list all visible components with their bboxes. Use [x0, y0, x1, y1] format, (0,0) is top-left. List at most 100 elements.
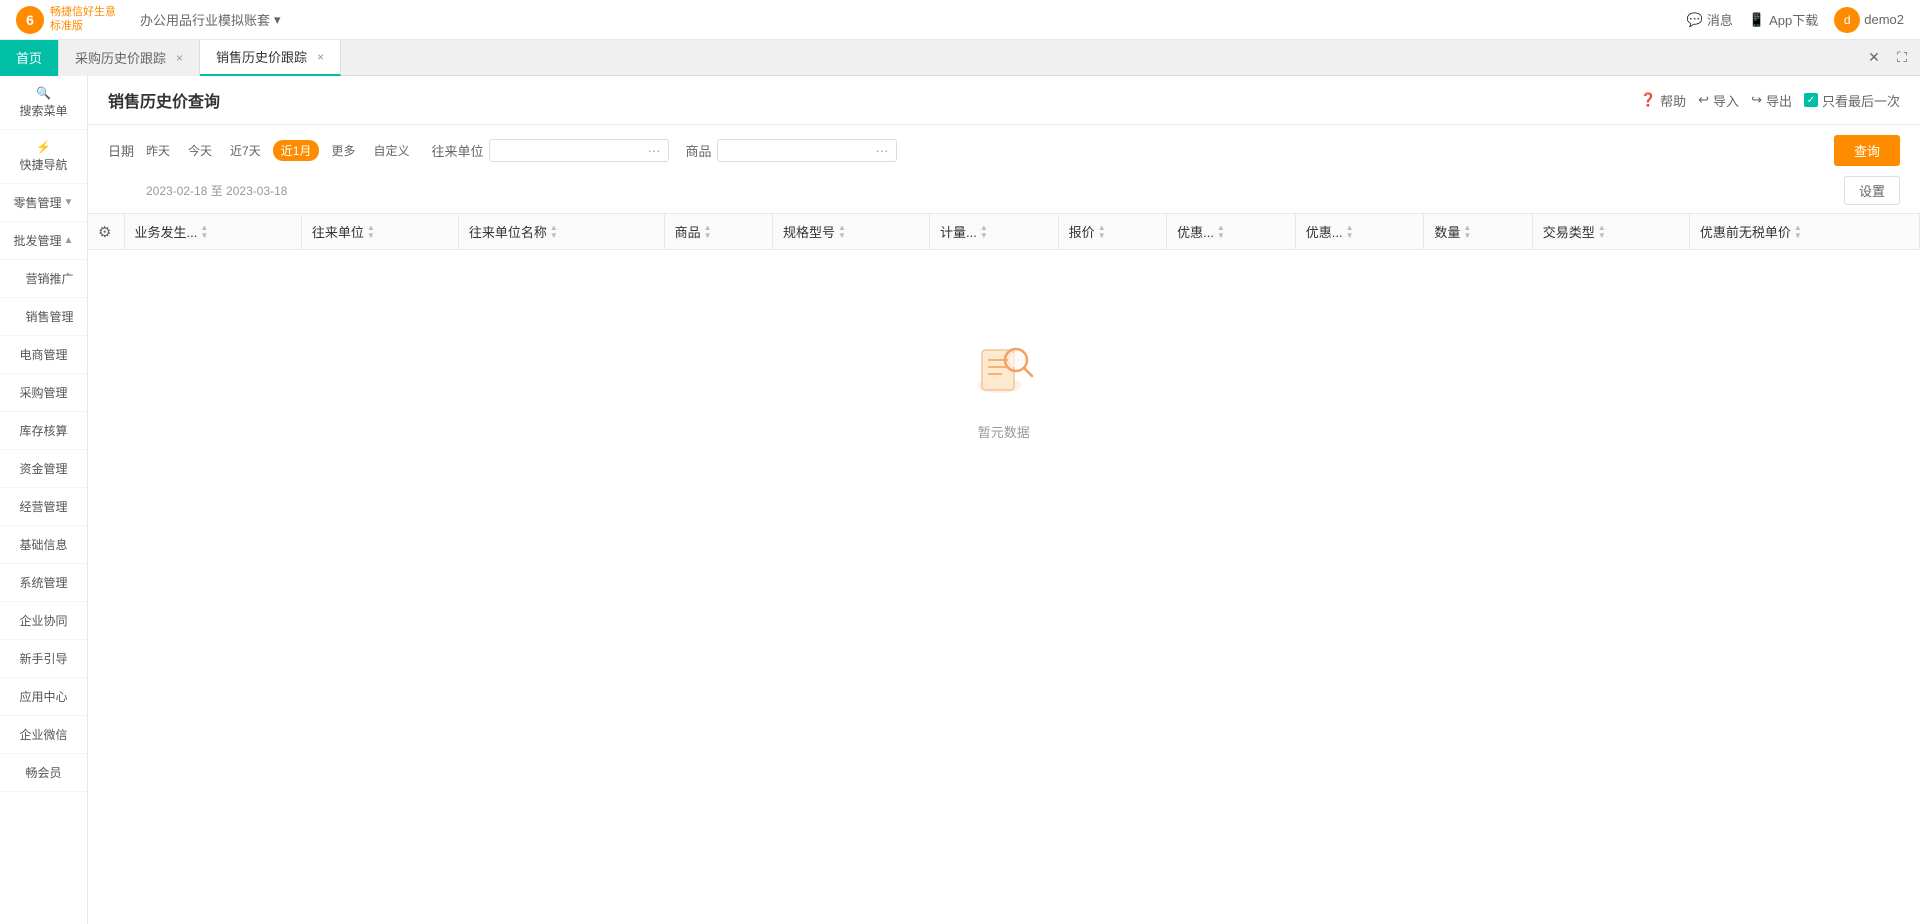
- query-button[interactable]: 查询: [1834, 135, 1900, 166]
- user-menu[interactable]: d demo2: [1834, 7, 1904, 33]
- sort-arrows-partner-code[interactable]: ▲▼: [367, 224, 375, 240]
- col-price: 报价 ▲▼: [1058, 214, 1166, 250]
- chevron-up-icon: ▲: [64, 235, 74, 246]
- filter-section: 日期 昨天 今天 近7天 近1月 更多 自定义 往来单位 ··· 商品: [88, 125, 1920, 214]
- tab-actions: ✕ ⛶: [1864, 48, 1920, 68]
- date-today-button[interactable]: 今天: [182, 140, 218, 161]
- sidebar-item-finance[interactable]: 资金管理: [0, 450, 87, 488]
- logo-char: 6: [26, 12, 34, 28]
- sidebar-item-enterprise[interactable]: 企业协同: [0, 602, 87, 640]
- logo-area: 6 畅捷信好生意 标准版: [16, 6, 116, 34]
- page-title-row: 销售历史价查询 ❓ 帮助 ↩ 导入 ↪ 导出 ✓: [108, 88, 1900, 112]
- only-last-checkbox-label[interactable]: ✓ 只看最后一次: [1804, 91, 1900, 110]
- help-button[interactable]: ❓ 帮助: [1640, 91, 1686, 110]
- date-filter: 日期 昨天 今天 近7天 近1月 更多 自定义: [108, 140, 415, 161]
- sidebar-item-system[interactable]: 系统管理: [0, 564, 87, 602]
- checkbox-teal-icon: ✓: [1804, 93, 1818, 107]
- col-settings: ⚙: [88, 214, 124, 250]
- message-button[interactable]: 💬 消息: [1687, 10, 1733, 29]
- help-icon: ❓: [1640, 92, 1656, 108]
- action-buttons: 查询: [1834, 135, 1900, 166]
- sort-arrows-trade-type[interactable]: ▲▼: [1598, 224, 1606, 240]
- top-bar-right: 💬 消息 📱 App下载 d demo2: [1687, 7, 1904, 33]
- col-discount-rate: 优惠... ▲▼: [1167, 214, 1296, 250]
- sidebar-item-guide[interactable]: 新手引导: [0, 640, 87, 678]
- sort-arrows-spec[interactable]: ▲▼: [838, 224, 846, 240]
- export-button[interactable]: ↪ 导出: [1751, 91, 1792, 110]
- app-selector[interactable]: 办公用品行业模拟账套 ▾: [140, 10, 281, 29]
- empty-illustration: [964, 330, 1044, 410]
- sidebar-item-marketing[interactable]: 营销推广: [0, 260, 87, 298]
- table-header: ⚙ 业务发生... ▲▼ 往来单位 ▲▼: [88, 214, 1920, 250]
- maximize-button[interactable]: ⛶: [1892, 48, 1912, 68]
- date-range-row: 2023-02-18 至 2023-03-18 设置: [108, 176, 1900, 213]
- col-partner-code: 往来单位 ▲▼: [301, 214, 458, 250]
- product-dots-icon: ···: [875, 143, 888, 158]
- data-table: ⚙ 业务发生... ▲▼ 往来单位 ▲▼: [88, 214, 1920, 521]
- date-1month-button[interactable]: 近1月: [273, 140, 320, 161]
- col-product: 商品 ▲▼: [664, 214, 772, 250]
- settings-button[interactable]: 设置: [1844, 176, 1900, 205]
- top-bar: 6 畅捷信好生意 标准版 办公用品行业模拟账套 ▾ 💬 消息 📱 App下载 d…: [0, 0, 1920, 40]
- date-range-display: 2023-02-18 至 2023-03-18: [146, 182, 287, 199]
- logo-text: 畅捷信好生意 标准版: [50, 6, 116, 32]
- sidebar-item-operations[interactable]: 经营管理: [0, 488, 87, 526]
- table-settings-icon[interactable]: ⚙: [98, 224, 111, 241]
- partner-filter: 往来单位 ···: [431, 139, 669, 162]
- import-button[interactable]: ↩ 导入: [1698, 91, 1739, 110]
- product-filter: 商品 ···: [685, 139, 897, 162]
- sort-arrows-quantity[interactable]: ▲▼: [1463, 224, 1471, 240]
- tab-sales-close-icon[interactable]: ×: [317, 50, 324, 64]
- sidebar-item-wechat[interactable]: 企业微信: [0, 716, 87, 754]
- sort-arrows-price[interactable]: ▲▼: [1098, 224, 1106, 240]
- sidebar-item-member[interactable]: 畅会员: [0, 754, 87, 792]
- sidebar: 🔍 搜索菜单 ⚡ 快捷导航 零售管理 ▼ 批发管理 ▲ 营销推广 销售管理 电商…: [0, 76, 88, 924]
- chevron-down-icon: ▾: [274, 12, 281, 28]
- tab-sales-history[interactable]: 销售历史价跟踪 ×: [200, 40, 341, 76]
- sort-arrows-discount-amount[interactable]: ▲▼: [1346, 224, 1354, 240]
- sidebar-item-basic[interactable]: 基础信息: [0, 526, 87, 564]
- col-trade-type: 交易类型 ▲▼: [1532, 214, 1689, 250]
- product-input[interactable]: ···: [717, 139, 897, 162]
- sidebar-item-ecommerce[interactable]: 电商管理: [0, 336, 87, 374]
- tab-purchase-close-icon[interactable]: ×: [176, 51, 183, 65]
- sidebar-item-sales[interactable]: 销售管理: [0, 298, 87, 336]
- download-icon: 📱: [1749, 12, 1765, 28]
- app-download-button[interactable]: 📱 App下载: [1749, 10, 1818, 29]
- date-more-button[interactable]: 更多: [325, 140, 361, 161]
- sidebar-item-inventory[interactable]: 库存核算: [0, 412, 87, 450]
- export-icon: ↪: [1751, 92, 1762, 108]
- sort-arrows-unit[interactable]: ▲▼: [980, 224, 988, 240]
- date-custom-button[interactable]: 自定义: [367, 140, 415, 161]
- sort-arrows-date[interactable]: ▲▼: [200, 224, 208, 240]
- chevron-down-icon: ▼: [64, 197, 74, 208]
- sort-arrows-discount-rate[interactable]: ▲▼: [1217, 224, 1225, 240]
- close-all-tabs-button[interactable]: ✕: [1864, 48, 1884, 68]
- empty-text: 暂元数据: [978, 422, 1030, 441]
- col-discount-amount: 优惠... ▲▼: [1295, 214, 1424, 250]
- page-title: 销售历史价查询: [108, 88, 220, 112]
- filter-row: 日期 昨天 今天 近7天 近1月 更多 自定义 往来单位 ··· 商品: [108, 125, 1900, 176]
- sort-arrows-partner-name[interactable]: ▲▼: [550, 224, 558, 240]
- col-pre-tax-price: 优惠前无税单价 ▲▼: [1689, 214, 1919, 250]
- sidebar-item-search[interactable]: 🔍 搜索菜单: [0, 76, 87, 130]
- sidebar-item-retail[interactable]: 零售管理 ▼: [0, 184, 87, 222]
- date-7days-button[interactable]: 近7天: [224, 140, 267, 161]
- tab-purchase-history[interactable]: 采购历史价跟踪 ×: [59, 40, 200, 76]
- sidebar-item-purchase[interactable]: 采购管理: [0, 374, 87, 412]
- sidebar-item-appstore[interactable]: 应用中心: [0, 678, 87, 716]
- logo-icon: 6: [16, 6, 44, 34]
- col-partner-name: 往来单位名称 ▲▼: [458, 214, 664, 250]
- col-date: 业务发生... ▲▼: [124, 214, 301, 250]
- partner-input[interactable]: ···: [489, 139, 669, 162]
- date-yesterday-button[interactable]: 昨天: [140, 140, 176, 161]
- sidebar-item-quick-nav[interactable]: ⚡ 快捷导航: [0, 130, 87, 184]
- tab-home[interactable]: 首页: [0, 40, 59, 76]
- col-spec: 规格型号 ▲▼: [772, 214, 929, 250]
- page-header: 销售历史价查询 ❓ 帮助 ↩ 导入 ↪ 导出 ✓: [88, 76, 1920, 125]
- page-actions: ❓ 帮助 ↩ 导入 ↪ 导出 ✓ 只看最后一次: [1640, 91, 1900, 110]
- avatar: d: [1834, 7, 1860, 33]
- sort-arrows-product[interactable]: ▲▼: [704, 224, 712, 240]
- sort-arrows-pre-tax-price[interactable]: ▲▼: [1794, 224, 1802, 240]
- sidebar-item-wholesale[interactable]: 批发管理 ▲: [0, 222, 87, 260]
